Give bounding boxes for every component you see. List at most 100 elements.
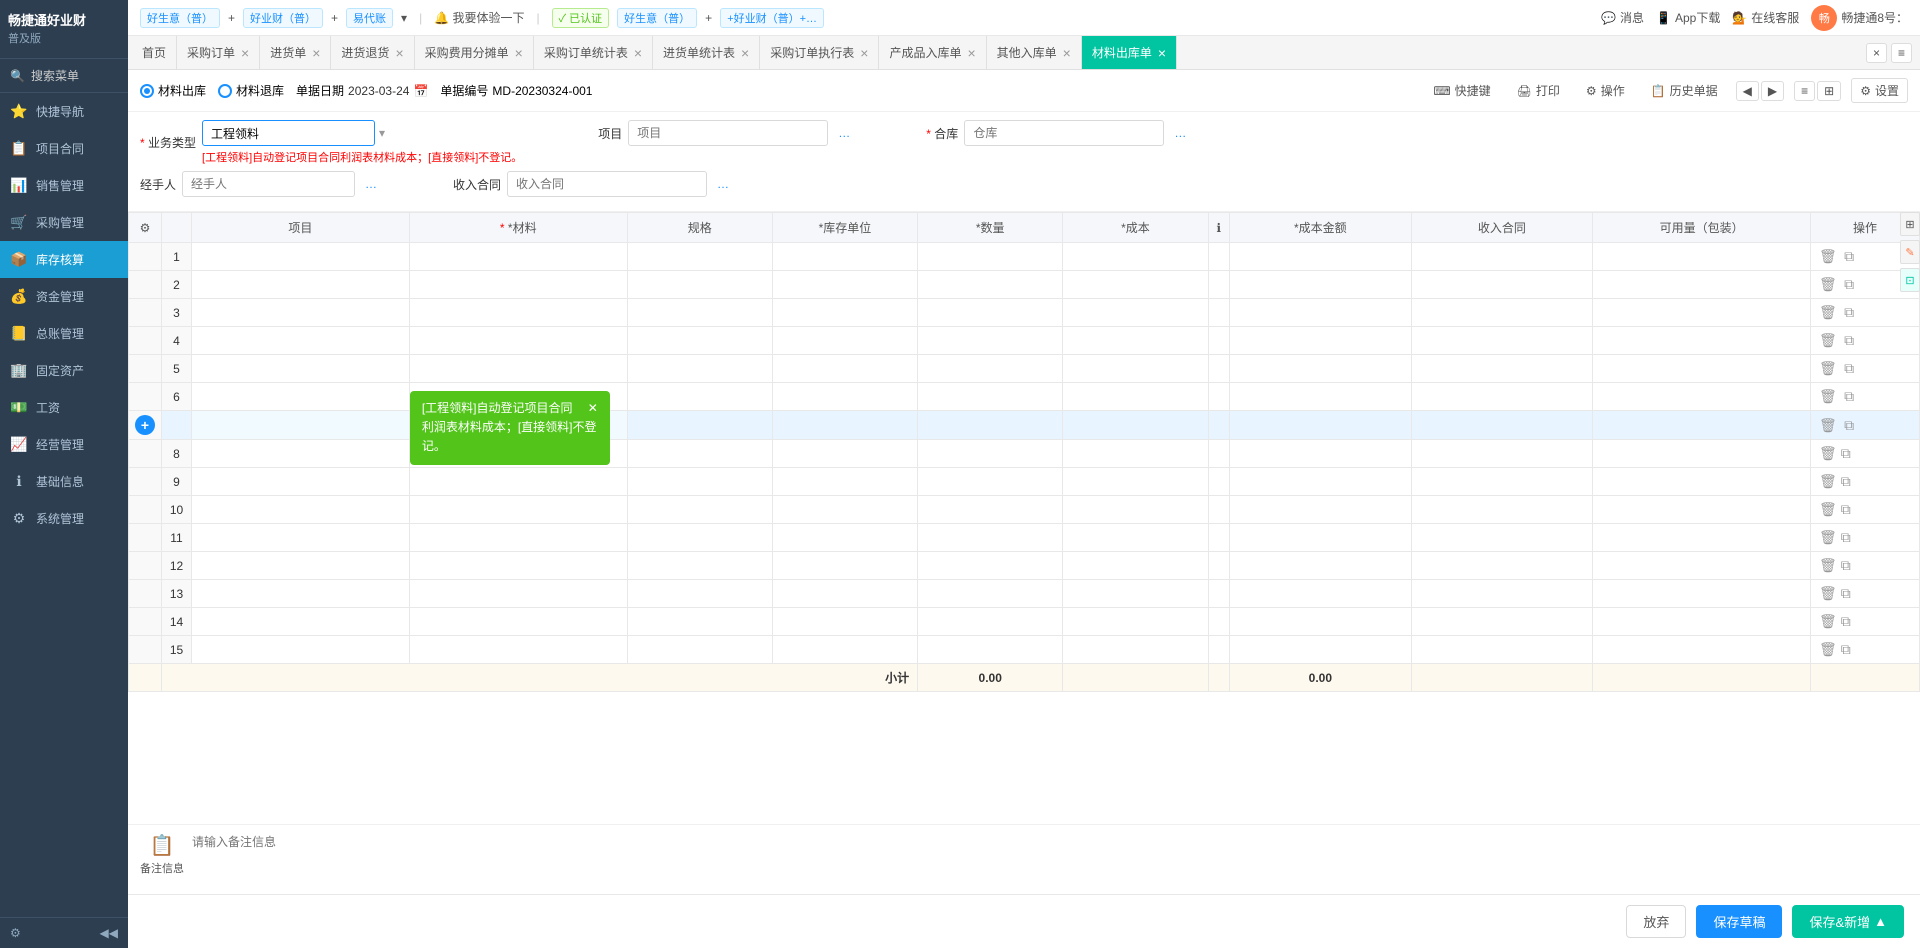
row-spec-cell[interactable] — [627, 383, 772, 411]
row-cost-amount-cell[interactable] — [1230, 383, 1412, 411]
row-warehouse-unit-cell[interactable] — [772, 271, 917, 299]
tab-product-instock[interactable]: 产成品入库单 × — [879, 36, 986, 69]
copy-row-btn[interactable]: ⧉ — [1844, 360, 1854, 376]
row-material-cell[interactable] — [409, 327, 627, 355]
copy-row-btn[interactable]: ⧉ — [1841, 473, 1851, 489]
tab-close-icon[interactable]: × — [634, 46, 642, 60]
agent-input[interactable] — [182, 171, 355, 197]
tab-other-instock[interactable]: 其他入库单 × — [987, 36, 1082, 69]
row-cost-cell[interactable] — [1063, 299, 1208, 327]
row-cost-cell[interactable] — [1063, 327, 1208, 355]
delete-row-btn[interactable]: 🗑 — [1819, 388, 1837, 404]
notes-input[interactable] — [192, 833, 1908, 851]
save-new-btn[interactable]: 保存&新增 ▲ — [1792, 905, 1904, 938]
warehouse-input[interactable] — [964, 120, 1164, 146]
row-spec-cell[interactable] — [627, 299, 772, 327]
row-cost-cell[interactable] — [1063, 243, 1208, 271]
copy-row-btn[interactable]: ⧉ — [1841, 641, 1851, 657]
tab-incoming-return[interactable]: 进货退货 × — [331, 36, 414, 69]
row-warehouse-unit-cell[interactable] — [772, 299, 917, 327]
settings-footer-icon[interactable]: ⚙ — [10, 926, 21, 940]
experience-btn[interactable]: 🔔 我要体验一下 — [434, 9, 524, 26]
row-project-cell[interactable] — [192, 299, 410, 327]
row-warehouse-unit-cell[interactable] — [772, 355, 917, 383]
row-income-contract-cell[interactable] — [1411, 271, 1593, 299]
history-doc-btn[interactable]: 📋 历史单据 — [1643, 79, 1726, 102]
prev-btn[interactable]: ◀ — [1736, 81, 1759, 101]
operation-btn[interactable]: ⚙ 操作 — [1578, 79, 1633, 102]
radio-material-return[interactable]: 材料退库 — [218, 82, 284, 99]
row-project-cell[interactable] — [192, 355, 410, 383]
tab-purchase-order[interactable]: 采购订单 × — [177, 36, 260, 69]
delete-row-btn[interactable]: 🗑 — [1819, 501, 1837, 517]
warehouse-dots-icon[interactable]: … — [1174, 126, 1186, 140]
tab-close-icon[interactable]: × — [1063, 46, 1071, 60]
delete-row-btn[interactable]: 🗑 — [1819, 276, 1837, 292]
copy-row-btn[interactable]: ⧉ — [1844, 388, 1854, 404]
row-project-cell[interactable] — [192, 383, 410, 411]
tab-purchase-expense[interactable]: 采购费用分摊单 × — [415, 36, 534, 69]
message-btn[interactable]: 💬 消息 — [1601, 9, 1644, 26]
row-project-cell[interactable] — [192, 243, 410, 271]
row-warehouse-unit-cell[interactable] — [772, 327, 917, 355]
row-cost-cell[interactable] — [1063, 383, 1208, 411]
row-spec-cell[interactable] — [627, 327, 772, 355]
tag-dropdown-icon[interactable]: ▾ — [401, 11, 407, 25]
tag-yidaizhang[interactable]: 易代账 — [346, 8, 393, 28]
row-spec-cell[interactable] — [627, 243, 772, 271]
sidebar-item-basic-info[interactable]: ℹ 基础信息 — [0, 463, 128, 500]
tag-haoshengyi[interactable]: 好生意（普） — [140, 8, 220, 28]
row-material-cell[interactable] — [409, 299, 627, 327]
date-value[interactable]: 2023-03-24 — [348, 84, 409, 98]
tab-purchase-exec[interactable]: 采购订单执行表 × — [760, 36, 879, 69]
detail-view-btn[interactable]: ⊞ — [1817, 81, 1841, 101]
row-cost-amount-cell[interactable] — [1230, 355, 1412, 383]
add-row-btn[interactable]: + — [135, 415, 155, 435]
tab-purchase-stats[interactable]: 采购订单统计表 × — [534, 36, 653, 69]
copy-row-btn[interactable]: ⧉ — [1841, 613, 1851, 629]
row-cost-cell[interactable] — [1063, 355, 1208, 383]
project-dots-icon[interactable]: … — [838, 126, 850, 140]
row-income-contract-active-cell[interactable] — [1411, 411, 1593, 440]
list-view-btn[interactable]: ≡ — [1794, 81, 1815, 101]
print-btn[interactable]: 🖨 打印 — [1509, 79, 1568, 102]
save-draft-btn[interactable]: 保存草稿 — [1696, 905, 1782, 938]
copy-row-btn[interactable]: ⧉ — [1844, 332, 1854, 348]
row-cost-amount-cell[interactable] — [1230, 327, 1412, 355]
edit-columns-btn[interactable]: ⊞ — [1900, 212, 1920, 236]
row-cost-active-cell[interactable] — [1063, 411, 1208, 440]
tab-list-btn[interactable]: ≡ — [1891, 43, 1912, 63]
radio-material-outstock[interactable]: 材料出库 — [140, 82, 206, 99]
row-quantity-cell[interactable] — [918, 355, 1063, 383]
delete-row-btn[interactable]: 🗑 — [1819, 641, 1837, 657]
copy-row-btn[interactable]: ⧉ — [1841, 557, 1851, 573]
tab-material-outstock[interactable]: 材料出库单 × — [1082, 36, 1177, 69]
app-download-btn[interactable]: 📱 App下载 — [1656, 9, 1720, 26]
tab-close-icon[interactable]: × — [515, 46, 523, 60]
row-spec-cell[interactable] — [627, 271, 772, 299]
row-cost-amount-cell[interactable] — [1230, 243, 1412, 271]
tab-incoming[interactable]: 进货单 × — [260, 36, 331, 69]
row-quantity-cell[interactable] — [918, 383, 1063, 411]
calendar-icon[interactable]: 📅 — [413, 84, 428, 98]
row-quantity-cell[interactable] — [918, 243, 1063, 271]
delete-row-btn[interactable]: 🗑 — [1819, 613, 1837, 629]
delete-row-btn[interactable]: 🗑 — [1819, 529, 1837, 545]
row-cost-amount-cell[interactable] — [1230, 299, 1412, 327]
search-menu-item[interactable]: 🔍 搜索菜单 — [0, 59, 128, 93]
row-cost-cell[interactable] — [1063, 271, 1208, 299]
copy-row-btn[interactable]: ⧉ — [1841, 585, 1851, 601]
delete-row-btn[interactable]: 🗑 — [1819, 332, 1837, 348]
row-income-contract-cell[interactable] — [1411, 243, 1593, 271]
copy-row-btn[interactable]: ⧉ — [1841, 501, 1851, 517]
copy-row-btn[interactable]: ⧉ — [1844, 417, 1854, 433]
delete-row-btn[interactable]: 🗑 — [1819, 445, 1837, 461]
sidebar-item-system[interactable]: ⚙ 系统管理 — [0, 500, 128, 537]
tag-haoshengyi2[interactable]: 好生意（普） — [617, 8, 697, 28]
delete-row-btn[interactable]: 🗑 — [1819, 473, 1837, 489]
row-spec-cell[interactable] — [627, 355, 772, 383]
row-spec-active-cell[interactable] — [627, 411, 772, 440]
tag-haoyecai2[interactable]: +好业财（普）+… — [720, 8, 824, 28]
sidebar-item-project-contract[interactable]: 📋 项目合同 — [0, 130, 128, 167]
sidebar-item-quick-nav[interactable]: ⭐ 快捷导航 — [0, 93, 128, 130]
